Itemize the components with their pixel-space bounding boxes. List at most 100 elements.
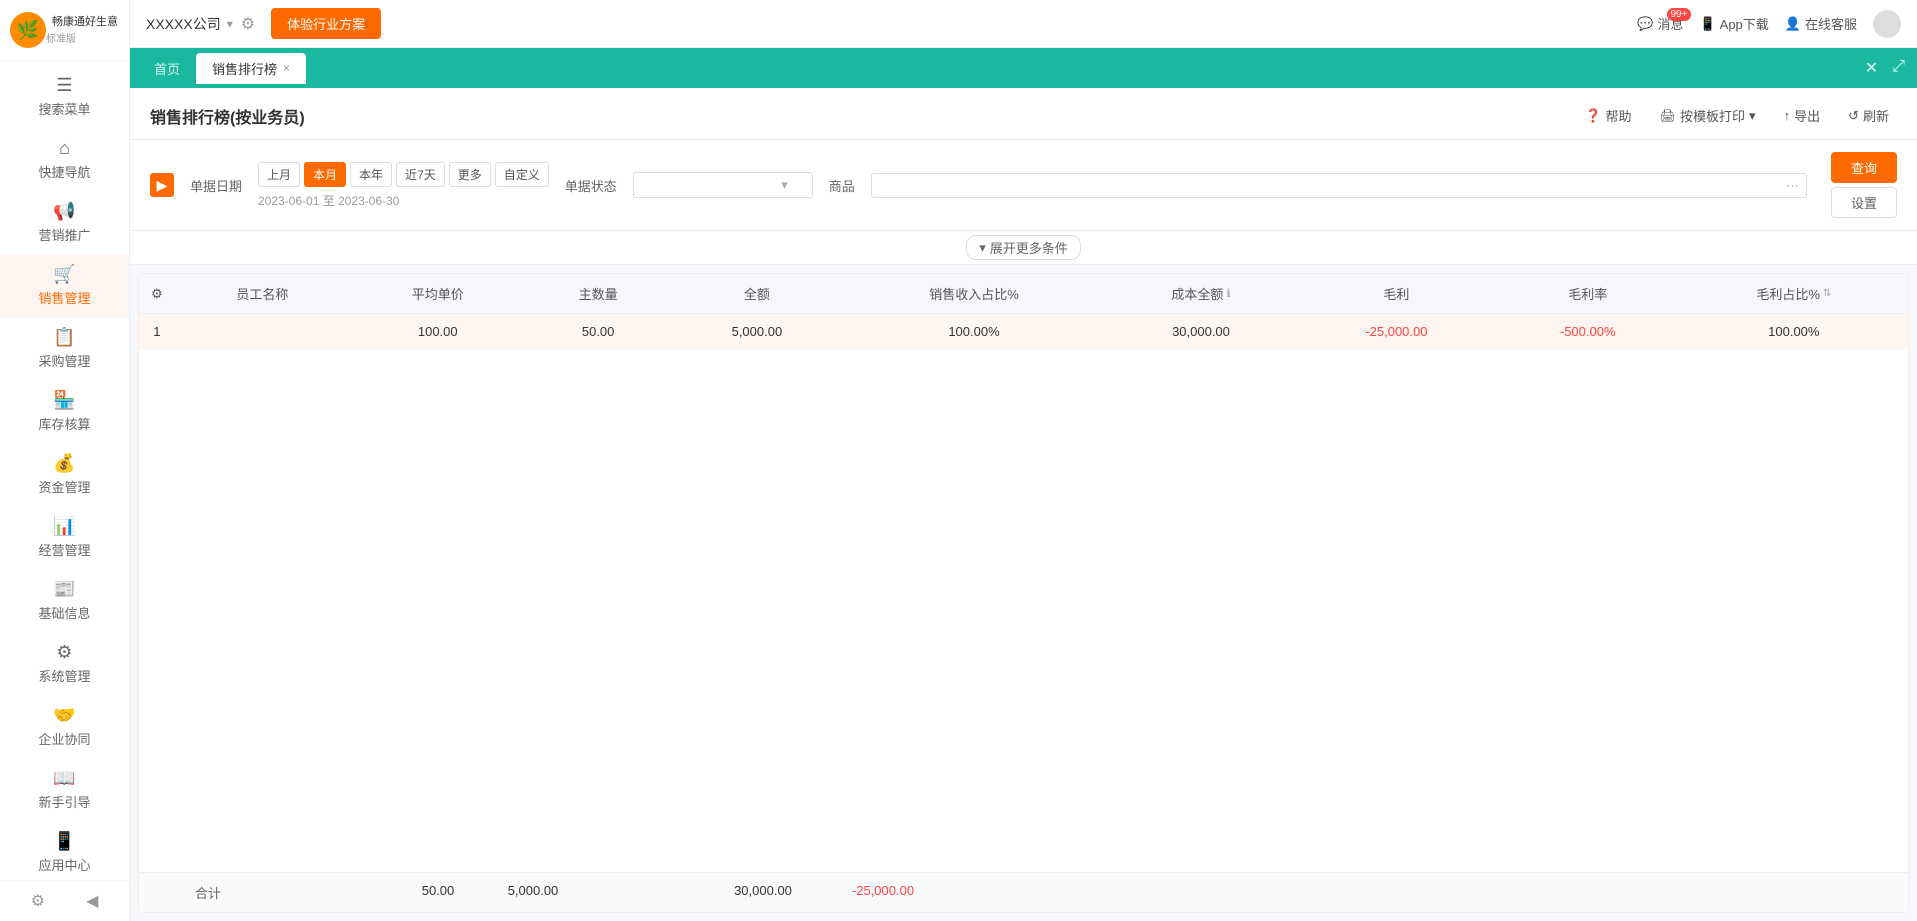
close-tab-icon[interactable]: ✕ [1861, 54, 1882, 82]
tab-label-sales-rank: 销售排行榜 [212, 59, 277, 78]
date-btn-本月[interactable]: 本月 [304, 162, 346, 187]
goods-more-icon[interactable]: ··· [1786, 178, 1799, 193]
filter-toggle-btn[interactable]: ▶ [150, 173, 174, 197]
sidebar-item-system[interactable]: ⚙ 系统管理 [0, 632, 129, 695]
sidebar-item-operations[interactable]: 📊 经营管理 [0, 506, 129, 569]
nav-icon-search: ☰ [56, 75, 72, 96]
th-settings[interactable]: ⚙ [139, 274, 175, 314]
date-range: 2023-06-01 至 2023-06-30 [258, 192, 549, 209]
nav-label-sales: 销售管理 [38, 288, 90, 307]
th-gross: 毛利 [1297, 274, 1496, 314]
tab-close-sales-rank[interactable]: × [283, 61, 290, 75]
sidebar-collapse-icon[interactable]: ◀ [86, 891, 98, 911]
cell-gross-rate: -500.00% [1496, 314, 1680, 350]
help-button[interactable]: ❓ 帮助 [1577, 102, 1639, 129]
refresh-button[interactable]: ↺ 刷新 [1840, 102, 1897, 129]
th-sales-pct: 销售收入占比% [843, 274, 1105, 314]
messages-btn[interactable]: 💬 消息 99+ [1637, 14, 1683, 33]
nav-icon-app-center: 📱 [53, 831, 75, 852]
topbar-right: 💬 消息 99+ 📱 App下载 👤 在线客服 [1637, 10, 1901, 38]
cell-amount: 5,000.00 [671, 314, 843, 350]
date-btn-自定义[interactable]: 自定义 [495, 162, 549, 187]
nav-icon-basics: 📰 [53, 579, 75, 600]
print-button[interactable]: 🖨 按模板打印 ▾ [1652, 102, 1764, 129]
nav-label-search: 搜索菜单 [38, 99, 90, 118]
expand-button[interactable]: ▾ 展开更多条件 [966, 235, 1081, 260]
data-table: ⚙ 员工名称 平均单价 主数量 全额 销售收入占比% 成本全额 ℹ 毛利 [139, 274, 1908, 350]
date-filter-label: 单据日期 [190, 176, 242, 195]
tab-home[interactable]: 首页 [138, 53, 196, 84]
filter-row: ▶ 单据日期 上月本月本年近7天更多自定义 2023-06-01 至 2023-… [150, 152, 1897, 218]
sidebar-item-inventory[interactable]: 🏪 库存核算 [0, 380, 129, 443]
nav-icon-system: ⚙ [56, 642, 72, 663]
status-filter-label: 单据状态 [565, 176, 617, 195]
sidebar-settings-icon[interactable]: ⚙ [31, 891, 45, 911]
help-icon: ❓ [1585, 108, 1601, 124]
sidebar-item-app-center[interactable]: 📱 应用中心 [0, 821, 129, 880]
sidebar-item-enterprise[interactable]: 🤝 企业协同 [0, 695, 129, 758]
nav-icon-finance: 💰 [53, 453, 75, 474]
cost-info-icon[interactable]: ℹ [1226, 287, 1230, 300]
tabbar: 首页 销售排行榜 × ✕ ⤢ [130, 48, 1917, 88]
logo-text: 畅康通好生意 [52, 15, 118, 29]
nav-label-guide: 新手引导 [38, 792, 90, 811]
settings-button[interactable]: 设置 [1831, 187, 1897, 218]
nav-icon-guide: 📖 [53, 768, 75, 789]
maximize-icon[interactable]: ⤢ [1888, 54, 1909, 82]
nav-label-finance: 资金管理 [38, 477, 90, 496]
nav-label-inventory: 库存核算 [38, 414, 90, 433]
nav-label-enterprise: 企业协同 [38, 729, 90, 748]
sidebar-item-finance[interactable]: 💰 资金管理 [0, 443, 129, 506]
cell-gross: -25,000.00 [1297, 314, 1496, 350]
nav-label-quick-nav: 快捷导航 [38, 162, 90, 181]
message-icon: 💬 [1637, 16, 1653, 32]
app-download-btn[interactable]: 📱 App下载 [1699, 14, 1768, 33]
nav-label-marketing: 营销推广 [38, 225, 90, 244]
online-service-btn[interactable]: 👤 在线客服 [1785, 14, 1857, 33]
sidebar-item-sales[interactable]: 🛒 销售管理 [0, 254, 129, 317]
sidebar-item-marketing[interactable]: 📢 营销推广 [0, 191, 129, 254]
nav-label-operations: 经营管理 [38, 540, 90, 559]
nav-label-app-center: 应用中心 [38, 855, 90, 874]
status-select[interactable]: ▾ [633, 172, 813, 198]
cell-avg-price: 100.00 [350, 314, 525, 350]
nav-icon-enterprise: 🤝 [53, 705, 75, 726]
sidebar-item-basics[interactable]: 📰 基础信息 [0, 569, 129, 632]
user-avatar[interactable] [1873, 10, 1901, 38]
tab-sales-rank[interactable]: 销售排行榜 × [196, 53, 306, 84]
query-button[interactable]: 查询 [1831, 152, 1897, 183]
topbar-settings-icon[interactable]: ⚙ [241, 14, 255, 34]
trial-button[interactable]: 体验行业方案 [271, 8, 381, 39]
sidebar-item-search[interactable]: ☰ 搜索菜单 [0, 65, 129, 128]
th-amount: 全额 [671, 274, 843, 314]
export-button[interactable]: ↑ 导出 [1776, 102, 1829, 129]
nav-icon-sales: 🛒 [53, 264, 75, 285]
table-header-row: ⚙ 员工名称 平均单价 主数量 全额 销售收入占比% 成本全额 ℹ 毛利 [139, 274, 1908, 314]
date-btn-上月[interactable]: 上月 [258, 162, 300, 187]
app-download-label: App下载 [1720, 14, 1769, 33]
nav-icon-quick-nav: ⌂ [59, 138, 70, 159]
tab-label-home: 首页 [154, 59, 180, 78]
table-body: 1 100.00 50.00 5,000.00 100.00% 30,000.0… [139, 314, 1908, 350]
table-head: ⚙ 员工名称 平均单价 主数量 全额 销售收入占比% 成本全额 ℹ 毛利 [139, 274, 1908, 314]
company-selector[interactable]: XXXXX公司 ▾ [146, 14, 233, 34]
messages-badge: 99+ [1667, 8, 1692, 21]
date-btn-本年[interactable]: 本年 [350, 162, 392, 187]
cell-gross-pct: 100.00% [1680, 314, 1908, 350]
footer-label: 合计 [195, 886, 221, 901]
cell-rank: 1 [139, 314, 175, 350]
expand-row: ▾ 展开更多条件 [130, 231, 1917, 265]
goods-input[interactable] [871, 173, 1807, 198]
date-btn-近7天[interactable]: 近7天 [396, 162, 445, 187]
sidebar-item-quick-nav[interactable]: ⌂ 快捷导航 [0, 128, 129, 191]
sidebar-item-purchase[interactable]: 📋 采购管理 [0, 317, 129, 380]
sidebar-item-guide[interactable]: 📖 新手引导 [0, 758, 129, 821]
footer-amount: 5,000.00 [508, 883, 559, 898]
goods-filter-label: 商品 [829, 176, 855, 195]
gross-pct-sort-icon[interactable]: ⇅ [1823, 288, 1831, 299]
nav-icon-purchase: 📋 [53, 327, 75, 348]
date-btn-更多[interactable]: 更多 [449, 162, 491, 187]
nav-icon-marketing: 📢 [53, 201, 75, 222]
expand-icon: ▾ [979, 240, 986, 256]
header-actions: ❓ 帮助 🖨 按模板打印 ▾ ↑ 导出 ↺ 刷新 [1577, 102, 1897, 129]
